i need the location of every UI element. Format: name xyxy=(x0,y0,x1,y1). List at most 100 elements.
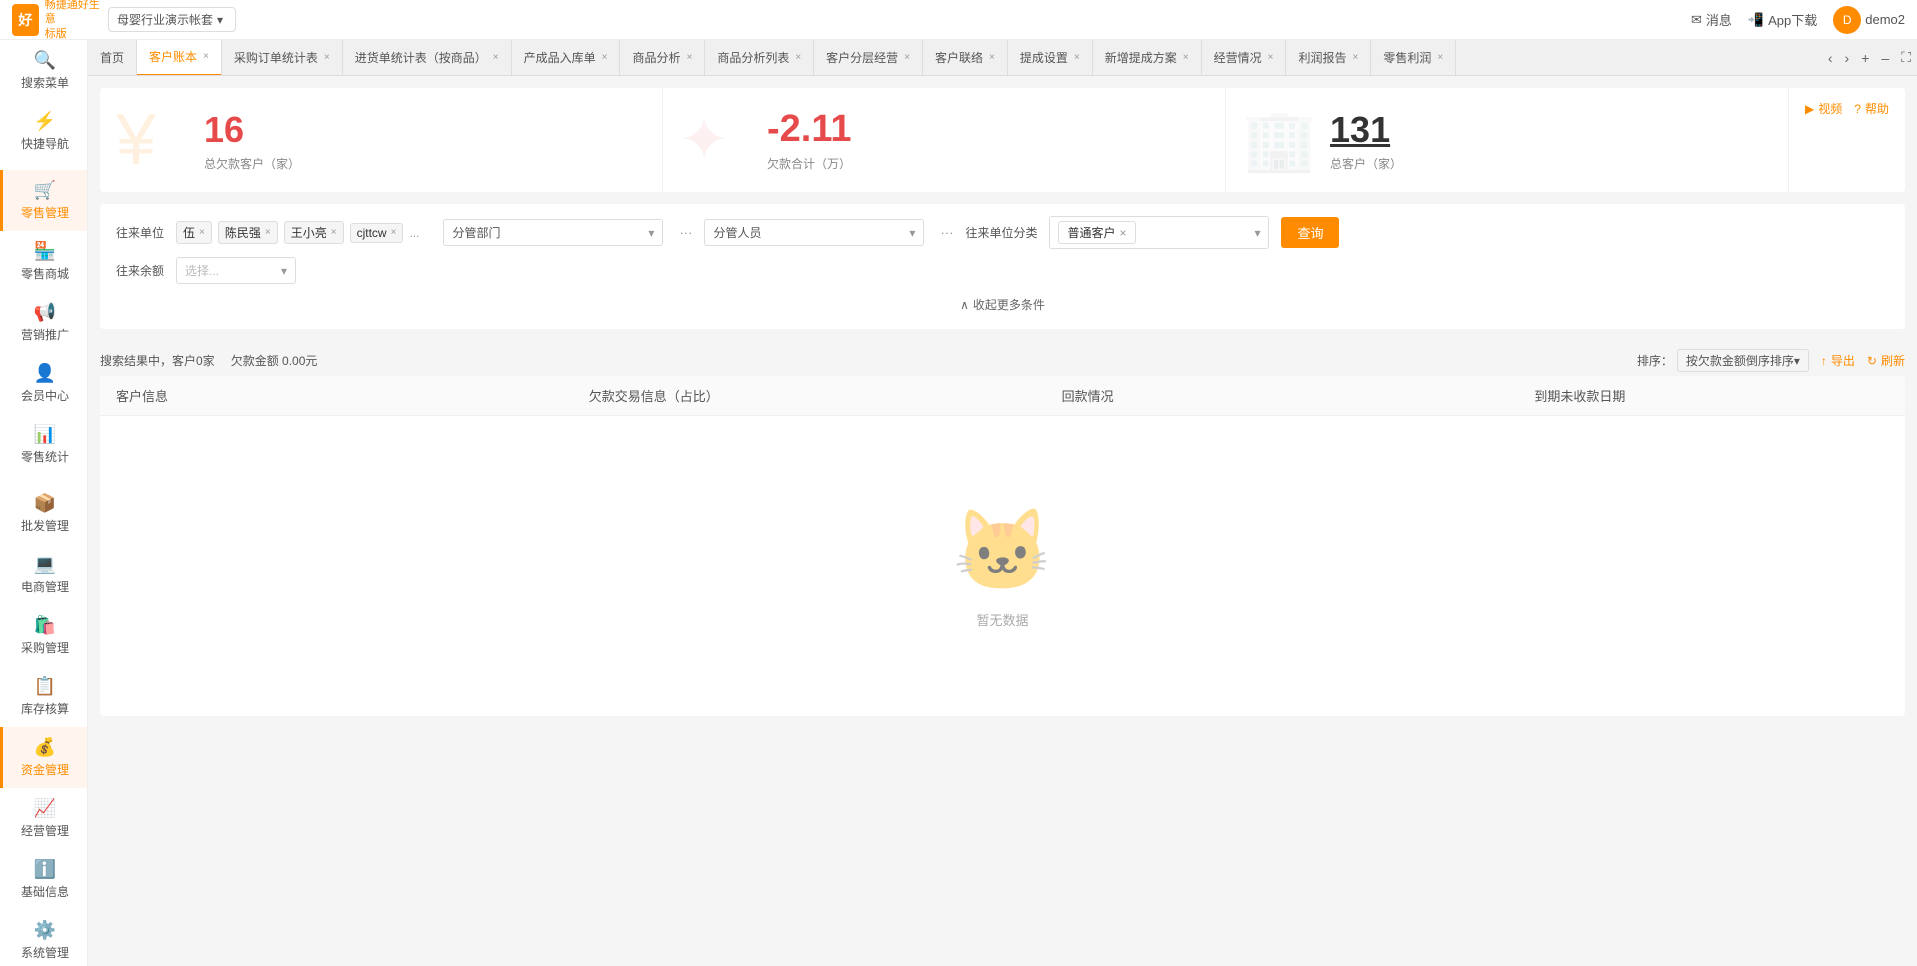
tab-customer-contact[interactable]: 客户联络 × xyxy=(923,40,1008,76)
collapse-btn[interactable]: ∧ 收起更多条件 xyxy=(948,292,1057,317)
base-info-icon: ℹ️ xyxy=(34,859,56,880)
stat-card-total-owed: ✦ -2.11 欠款合计（万） xyxy=(663,88,1226,192)
video-btn[interactable]: ▶ 视频 xyxy=(1805,100,1842,117)
stat-value-total-customers2: 131 xyxy=(1330,109,1402,151)
stat-card-total-customers2: 🏢 131 总客户（家） xyxy=(1226,88,1789,192)
tab-close-product-analysis-list[interactable]: × xyxy=(795,52,801,63)
stat-value-total-customers: 16 xyxy=(204,109,300,151)
export-btn[interactable]: ↑ 导出 xyxy=(1821,352,1855,369)
empty-text: 暂无数据 xyxy=(976,610,1028,629)
col-repayment: 回款情况 xyxy=(1062,386,1535,405)
tab-profit-report[interactable]: 利润报告 × xyxy=(1286,40,1371,76)
logo-area: 好 畅捷通好生意 标版 xyxy=(12,0,100,41)
video-icon: ▶ xyxy=(1805,102,1814,116)
inventory-icon: 📋 xyxy=(34,676,56,697)
app-download-btn[interactable]: 📲 App下载 xyxy=(1748,10,1817,29)
query-button[interactable]: 查询 xyxy=(1281,217,1339,248)
tab-close-purchase-order-stats[interactable]: × xyxy=(324,52,330,63)
branch-person-dots[interactable]: ··· xyxy=(940,225,953,240)
remaining-select[interactable]: 选择... ▾ xyxy=(176,257,296,284)
table-body: 🐱 暂无数据 xyxy=(100,416,1905,716)
remove-category-tag[interactable]: × xyxy=(1119,226,1126,240)
sidebar-item-base-info[interactable]: ℹ️ 基础信息 xyxy=(0,849,87,910)
sidebar-item-marketing[interactable]: 📢 营销推广 xyxy=(0,292,87,353)
tab-product-inbound[interactable]: 产成品入库单 × xyxy=(512,40,621,76)
avatar: D xyxy=(1833,6,1861,34)
remove-tag-2[interactable]: × xyxy=(265,227,271,238)
tab-next-btn[interactable]: › xyxy=(1839,40,1856,76)
sidebar-item-ecommerce[interactable]: 💻 电商管理 xyxy=(0,544,87,605)
sidebar-item-retail-mall[interactable]: 🏪 零售商城 xyxy=(0,231,87,292)
unit-tag-3: 王小亮 × xyxy=(284,221,344,244)
page-content: ¥ 16 总欠款客户（家） ✦ -2.11 欠款合计（万） 🏢 xyxy=(88,76,1917,966)
tab-product-analysis-list[interactable]: 商品分析列表 × xyxy=(705,40,814,76)
tab-close-inbound-stats[interactable]: × xyxy=(493,52,499,63)
tab-retail-profit[interactable]: 零售利润 × xyxy=(1371,40,1456,76)
tab-customer-capital[interactable]: 客户账本 × xyxy=(137,40,222,76)
sidebar-item-member[interactable]: 👤 会员中心 xyxy=(0,353,87,414)
tab-minimize-btn[interactable]: ‒ xyxy=(1875,40,1895,76)
remaining-arrow: ▾ xyxy=(281,264,287,278)
tab-close-profit-report[interactable]: × xyxy=(1352,52,1358,63)
help-btn[interactable]: ? 帮助 xyxy=(1854,100,1889,117)
messages-btn[interactable]: ✉ 消息 xyxy=(1691,10,1732,29)
sort-select[interactable]: 按欠款金额倒序排序 ▾ xyxy=(1677,349,1809,372)
result-info: 搜索结果中，客户0家 欠款金额 0.00元 xyxy=(100,352,317,369)
stats-row: ¥ 16 总欠款客户（家） ✦ -2.11 欠款合计（万） 🏢 xyxy=(100,88,1905,192)
branch-dept-select[interactable]: 分管部门 ▾ xyxy=(443,219,663,246)
tab-close-ops-status[interactable]: × xyxy=(1268,52,1274,63)
tab-purchase-order-stats[interactable]: 采购订单统计表 × xyxy=(222,40,343,76)
tab-close-mention-settings[interactable]: × xyxy=(1074,52,1080,63)
user-menu[interactable]: D demo2 xyxy=(1833,6,1905,34)
search-result-bar: 搜索结果中，客户0家 欠款金额 0.00元 排序： 按欠款金额倒序排序 ▾ ↑ … xyxy=(100,341,1905,376)
refresh-btn[interactable]: ↻ 刷新 xyxy=(1867,352,1905,369)
collapse-row: ∧ 收起更多条件 xyxy=(116,292,1889,317)
tab-home[interactable]: 首页 xyxy=(88,40,137,76)
top-bar: 好 畅捷通好生意 标版 母婴行业演示帐套 ▾ ✉ 消息 📲 App下载 D de… xyxy=(0,0,1917,40)
sidebar-item-wholesale[interactable]: 📦 批发管理 xyxy=(0,483,87,544)
remove-tag-3[interactable]: × xyxy=(331,227,337,238)
tab-add-mention-plan[interactable]: 新增提成方案 × xyxy=(1093,40,1202,76)
tab-close-product-analysis[interactable]: × xyxy=(686,52,692,63)
tab-close-customer-capital[interactable]: × xyxy=(203,51,209,62)
tab-close-customer-contact[interactable]: × xyxy=(989,52,995,63)
sidebar-item-ops[interactable]: 📈 经营管理 xyxy=(0,788,87,849)
filter-row-1: 往来单位 伍 × 陈民强 × 王小亮 × xyxy=(116,216,1889,249)
branch-dept-dots[interactable]: ··· xyxy=(679,225,692,240)
sidebar-item-quicknav[interactable]: ⚡ 快捷导航 xyxy=(0,101,87,162)
tab-close-customer-segment[interactable]: × xyxy=(904,52,910,63)
tab-customer-segment[interactable]: 客户分层经营 × xyxy=(814,40,923,76)
unit-category-select[interactable]: 普通客户 × ▾ xyxy=(1049,216,1269,249)
tab-expand-btn[interactable]: + xyxy=(1855,40,1875,76)
tab-close-retail-profit[interactable]: × xyxy=(1437,52,1443,63)
sidebar-item-search[interactable]: 🔍 搜索菜单 xyxy=(0,40,87,101)
remove-tag-1[interactable]: × xyxy=(199,227,205,238)
tab-overflow: ‹ › + ‒ ⛶ xyxy=(1822,40,1917,76)
purchase-icon: 🛍️ xyxy=(34,615,56,636)
col-due-date: 到期未收款日期 xyxy=(1534,386,1889,405)
remove-tag-4[interactable]: × xyxy=(391,227,397,238)
export-icon: ↑ xyxy=(1821,354,1827,368)
workspace-selector[interactable]: 母婴行业演示帐套 ▾ xyxy=(108,7,236,32)
sidebar-item-purchase[interactable]: 🛍️ 采购管理 xyxy=(0,605,87,666)
tab-mention-settings[interactable]: 提成设置 × xyxy=(1008,40,1093,76)
marketing-icon: 📢 xyxy=(34,302,56,323)
sidebar-item-retail-stats[interactable]: 📊 零售统计 xyxy=(0,414,87,475)
unit-tags-more[interactable]: ... xyxy=(409,226,419,240)
sort-arrow: ▾ xyxy=(1794,354,1800,368)
sidebar-item-inventory[interactable]: 📋 库存核算 xyxy=(0,666,87,727)
tab-inbound-stats[interactable]: 进货单统计表（按商品） × xyxy=(343,40,512,76)
tab-prev-btn[interactable]: ‹ xyxy=(1822,40,1839,76)
tab-fullscreen-btn[interactable]: ⛶ xyxy=(1895,40,1917,76)
unit-tag-4: cjttcw × xyxy=(350,223,404,243)
branch-person-select[interactable]: 分管人员 ▾ xyxy=(704,219,924,246)
stat-label-total-owed: 欠款合计（万） xyxy=(767,155,852,172)
sidebar-item-sys-mgmt[interactable]: ⚙️ 系统管理 xyxy=(0,910,87,966)
sidebar-item-retail-mgmt[interactable]: 🛒 零售管理 xyxy=(0,170,87,231)
sidebar-item-capital[interactable]: 💰 资金管理 xyxy=(0,727,87,788)
stat-value-total-owed: -2.11 xyxy=(767,108,852,151)
tab-product-analysis[interactable]: 商品分析 × xyxy=(620,40,705,76)
tab-close-product-inbound[interactable]: × xyxy=(602,52,608,63)
tab-close-add-mention-plan[interactable]: × xyxy=(1183,52,1189,63)
tab-ops-status[interactable]: 经营情况 × xyxy=(1202,40,1287,76)
